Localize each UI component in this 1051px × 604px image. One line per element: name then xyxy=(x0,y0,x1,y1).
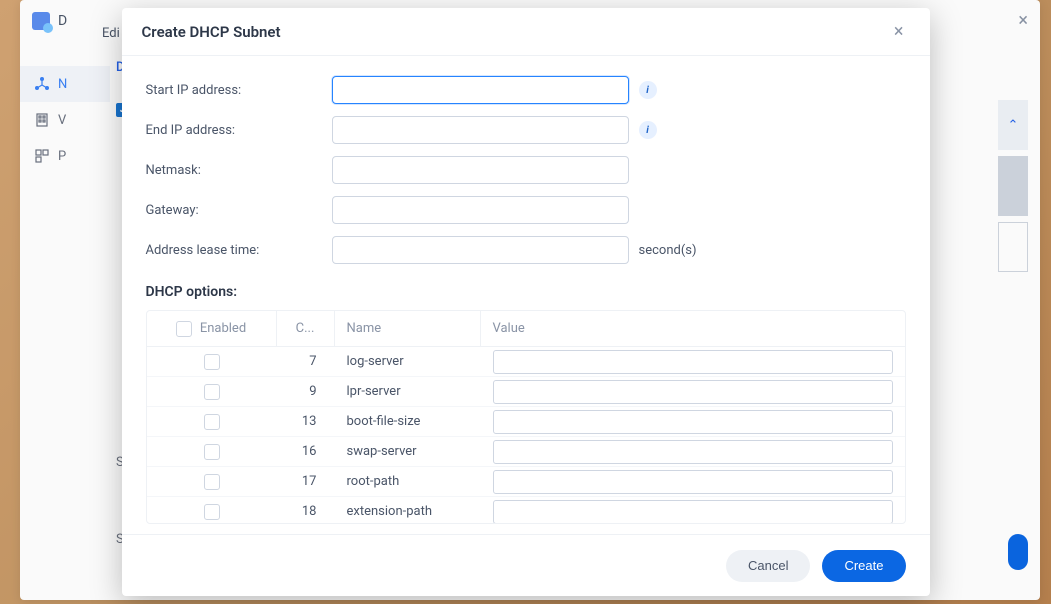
option-name: lpr-server xyxy=(335,377,481,406)
lease-time-suffix: second(s) xyxy=(639,243,697,258)
col-enabled-label: Enabled xyxy=(200,321,246,336)
option-value-input[interactable] xyxy=(493,470,893,494)
create-dhcp-subnet-dialog: Create DHCP Subnet × Start IP address: i… xyxy=(122,8,930,596)
option-checkbox[interactable] xyxy=(204,474,220,490)
option-code: 9 xyxy=(277,377,335,406)
option-name: swap-server xyxy=(335,437,481,466)
lease-time-label: Address lease time: xyxy=(146,243,332,258)
option-code: 7 xyxy=(277,347,335,376)
lease-time-input[interactable] xyxy=(332,236,629,264)
netmask-label: Netmask: xyxy=(146,163,332,178)
gateway-label: Gateway: xyxy=(146,203,332,218)
option-code: 18 xyxy=(277,497,335,523)
start-ip-label: Start IP address: xyxy=(146,83,332,98)
col-value-label: Value xyxy=(481,311,905,346)
dhcp-options-heading: DHCP options: xyxy=(146,284,906,300)
col-name-label: Name xyxy=(335,311,481,346)
table-row: 16swap-server xyxy=(147,437,905,467)
select-all-checkbox[interactable] xyxy=(176,321,192,337)
option-checkbox[interactable] xyxy=(204,414,220,430)
info-icon[interactable]: i xyxy=(639,81,657,99)
option-code: 16 xyxy=(277,437,335,466)
option-code: 17 xyxy=(277,467,335,496)
gateway-input[interactable] xyxy=(332,196,629,224)
option-checkbox[interactable] xyxy=(204,444,220,460)
modal-footer: Cancel Create xyxy=(122,534,930,596)
table-body: 7log-server9lpr-server13boot-file-size16… xyxy=(147,347,905,523)
table-row: 18extension-path xyxy=(147,497,905,523)
dhcp-options-table: Enabled C... Name Value 7log-server9lpr-… xyxy=(146,310,906,524)
option-value-input[interactable] xyxy=(493,380,893,404)
cancel-button[interactable]: Cancel xyxy=(726,550,810,582)
option-name: log-server xyxy=(335,347,481,376)
create-button[interactable]: Create xyxy=(822,550,905,582)
col-code-label: C... xyxy=(277,311,335,346)
start-ip-input[interactable] xyxy=(332,76,629,104)
end-ip-input[interactable] xyxy=(332,116,629,144)
table-row: 17root-path xyxy=(147,467,905,497)
table-row: 13boot-file-size xyxy=(147,407,905,437)
close-icon[interactable]: × xyxy=(888,17,910,46)
option-value-input[interactable] xyxy=(493,500,893,524)
modal-header: Create DHCP Subnet × xyxy=(122,8,930,56)
option-value-input[interactable] xyxy=(493,350,893,374)
info-icon[interactable]: i xyxy=(639,121,657,139)
option-checkbox[interactable] xyxy=(204,354,220,370)
option-code: 13 xyxy=(277,407,335,436)
option-value-input[interactable] xyxy=(493,410,893,434)
table-row: 9lpr-server xyxy=(147,377,905,407)
option-checkbox[interactable] xyxy=(204,504,220,520)
end-ip-label: End IP address: xyxy=(146,123,332,138)
option-checkbox[interactable] xyxy=(204,384,220,400)
modal-body: Start IP address: i End IP address: i Ne… xyxy=(122,56,930,534)
option-value-input[interactable] xyxy=(493,440,893,464)
netmask-input[interactable] xyxy=(332,156,629,184)
table-header: Enabled C... Name Value xyxy=(147,311,905,347)
option-name: extension-path xyxy=(335,497,481,523)
modal-overlay: Create DHCP Subnet × Start IP address: i… xyxy=(0,0,1051,604)
option-name: root-path xyxy=(335,467,481,496)
table-row: 7log-server xyxy=(147,347,905,377)
option-name: boot-file-size xyxy=(335,407,481,436)
modal-title: Create DHCP Subnet xyxy=(142,23,281,41)
